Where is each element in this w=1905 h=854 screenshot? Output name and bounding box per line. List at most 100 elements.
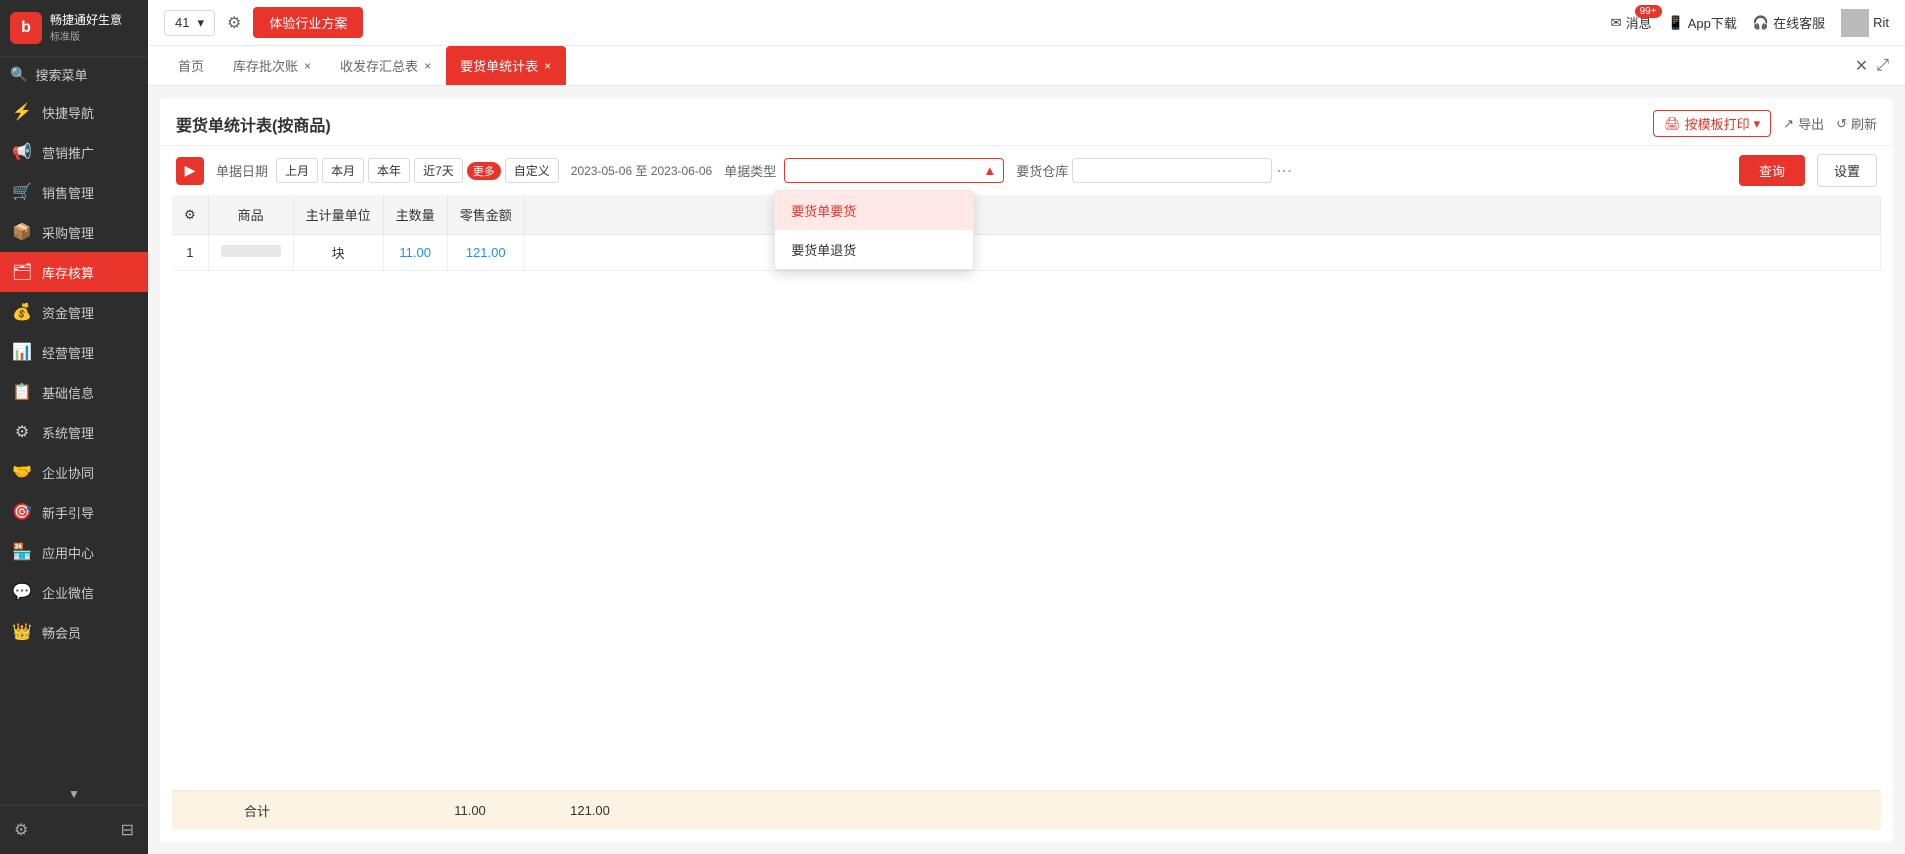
page-inner: 要货单统计表(按商品) 🖨 按模板打印 ▾ ↗ 导出 ↺ 刷新 bbox=[160, 98, 1893, 842]
base-icon: 📋 bbox=[12, 382, 32, 402]
refresh-label: 刷新 bbox=[1851, 114, 1877, 133]
footer-quantity: 11.00 bbox=[430, 803, 510, 818]
sidebar-item-purchase[interactable]: 📦 采购管理 bbox=[0, 212, 148, 252]
dropdown-item-order-return[interactable]: 要货单退货 bbox=[775, 230, 973, 269]
avatar[interactable]: Rit bbox=[1841, 9, 1889, 37]
cell-extra bbox=[524, 235, 1880, 271]
service-icon: 🎧 bbox=[1753, 15, 1769, 31]
query-btn[interactable]: 查询 bbox=[1739, 155, 1805, 186]
logo-text-block: 畅捷通好生意 标准版 bbox=[50, 13, 122, 44]
page-content: 要货单统计表(按商品) 🖨 按模板打印 ▾ ↗ 导出 ↺ 刷新 bbox=[148, 86, 1905, 854]
tab-order-stats-label: 要货单统计表 bbox=[460, 56, 538, 75]
online-service-label: 在线客服 bbox=[1773, 13, 1825, 32]
date-btn-this-year[interactable]: 本年 bbox=[368, 158, 410, 183]
amount-link[interactable]: 121.00 bbox=[466, 245, 506, 260]
topbar-dropdown[interactable]: 41 ▾ bbox=[164, 10, 215, 36]
system-icon: ⚙ bbox=[12, 422, 32, 442]
print-btn[interactable]: 🖨 按模板打印 ▾ bbox=[1653, 110, 1771, 137]
main-content: 41 ▾ ⚙ 体验行业方案 ✉ 消息 99+ 📱 App下载 🎧 在线客服 R bbox=[148, 0, 1905, 854]
sidebar-item-base[interactable]: 📋 基础信息 bbox=[0, 372, 148, 412]
export-btn[interactable]: ↗ 导出 bbox=[1783, 114, 1824, 133]
sidebar-item-label: 销售管理 bbox=[42, 183, 94, 202]
date-filter-label: 单据日期 bbox=[216, 161, 268, 180]
sidebar-item-marketing[interactable]: 📢 营销推广 bbox=[0, 132, 148, 172]
tab-home[interactable]: 首页 bbox=[164, 46, 219, 85]
download-icon: 📱 bbox=[1668, 15, 1684, 31]
settings-gear-icon[interactable]: ⚙ bbox=[10, 816, 32, 844]
filter-expand-btn[interactable]: ▶ bbox=[176, 157, 204, 185]
col-unit: 主计量单位 bbox=[293, 195, 383, 235]
tab-receivables-label: 收发存汇总表 bbox=[340, 56, 418, 75]
tab-inventory-batch-close[interactable]: × bbox=[304, 59, 311, 73]
sidebar-item-appstore[interactable]: 🏪 应用中心 bbox=[0, 532, 148, 572]
dropdown-value: 41 bbox=[175, 15, 189, 30]
quantity-link[interactable]: 11.00 bbox=[399, 245, 431, 260]
app-download-btn[interactable]: 📱 App下载 bbox=[1668, 13, 1737, 32]
sidebar-item-member[interactable]: 👑 畅会员 bbox=[0, 612, 148, 652]
sidebar-item-sales[interactable]: 🛒 销售管理 bbox=[0, 172, 148, 212]
type-select-wrapper: ▲ bbox=[784, 158, 1004, 183]
col-settings[interactable]: ⚙ bbox=[172, 195, 208, 235]
messages-btn[interactable]: ✉ 消息 99+ bbox=[1611, 13, 1652, 32]
sales-icon: 🛒 bbox=[12, 182, 32, 202]
warehouse-input[interactable] bbox=[1072, 158, 1272, 183]
quick-nav-icon: ⚡ bbox=[12, 102, 32, 122]
sidebar-item-inventory[interactable]: 🗂 库存核算 bbox=[0, 252, 148, 292]
sidebar-item-enterprise[interactable]: 🤝 企业协同 bbox=[0, 452, 148, 492]
date-range-display: 2023-05-06 至 2023-06-06 bbox=[571, 162, 712, 179]
tab-inventory-batch[interactable]: 库存批次账 × bbox=[219, 46, 326, 85]
tab-expand-btn[interactable]: ⤢ bbox=[1876, 56, 1889, 76]
tab-order-stats[interactable]: 要货单统计表 × bbox=[446, 46, 566, 85]
type-select-input[interactable] bbox=[784, 158, 1004, 183]
col-quantity: 主数量 bbox=[383, 195, 447, 235]
tab-close-all-btn[interactable]: ✕ bbox=[1855, 56, 1868, 76]
date-btn-last-month[interactable]: 上月 bbox=[276, 158, 318, 183]
tab-receivables-close[interactable]: × bbox=[424, 59, 431, 73]
sidebar-item-operation[interactable]: 📊 经营管理 bbox=[0, 332, 148, 372]
refresh-btn[interactable]: ↺ 刷新 bbox=[1836, 114, 1877, 133]
data-table: ⚙ 商品 主计量单位 主数量 零售金额 1 bbox=[172, 195, 1881, 271]
username: Rit bbox=[1873, 15, 1889, 30]
sidebar-item-quick-nav[interactable]: ⚡ 快捷导航 bbox=[0, 92, 148, 132]
warehouse-more-icon[interactable]: ⋯ bbox=[1276, 161, 1292, 181]
search-label: 搜索菜单 bbox=[35, 65, 87, 84]
search-menu[interactable]: 🔍 搜索菜单 bbox=[0, 57, 148, 92]
tab-receivables[interactable]: 收发存汇总表 × bbox=[326, 46, 446, 85]
date-btn-custom[interactable]: 自定义 bbox=[505, 158, 559, 183]
member-icon: 👑 bbox=[12, 622, 32, 642]
sidebar-item-wechat[interactable]: 💬 企业微信 bbox=[0, 572, 148, 612]
topbar-left: 41 ▾ ⚙ 体验行业方案 bbox=[164, 7, 363, 38]
settings-btn[interactable]: 设置 bbox=[1817, 154, 1877, 187]
avatar-image bbox=[1841, 9, 1869, 37]
type-select-arrow-icon[interactable]: ▲ bbox=[983, 163, 996, 178]
online-service-btn[interactable]: 🎧 在线客服 bbox=[1753, 13, 1825, 32]
tab-home-label: 首页 bbox=[178, 56, 204, 75]
dropdown-item-order-purchase[interactable]: 要货单要货 bbox=[775, 191, 973, 230]
tabs-bar: 首页 库存批次账 × 收发存汇总表 × 要货单统计表 × ✕ ⤢ bbox=[148, 46, 1905, 86]
date-more-badge[interactable]: 更多 bbox=[467, 162, 501, 180]
sidebar-item-finance[interactable]: 💰 资金管理 bbox=[0, 292, 148, 332]
date-buttons: 上月 本月 本年 近7天 更多 自定义 bbox=[276, 158, 559, 183]
filter-date-group: 单据日期 上月 本月 本年 近7天 更多 自定义 bbox=[216, 158, 559, 183]
dropdown-arrow-icon: ▾ bbox=[197, 15, 204, 31]
title-actions: 🖨 按模板打印 ▾ ↗ 导出 ↺ 刷新 bbox=[1653, 110, 1877, 137]
cell-product bbox=[208, 235, 293, 271]
cell-unit: 块 bbox=[293, 235, 383, 271]
industry-btn[interactable]: 体验行业方案 bbox=[253, 7, 363, 38]
guide-icon: 🎯 bbox=[12, 502, 32, 522]
logo-title: 畅捷通好生意 bbox=[50, 13, 122, 29]
sidebar-item-system[interactable]: ⚙ 系统管理 bbox=[0, 412, 148, 452]
finance-icon: 💰 bbox=[12, 302, 32, 322]
sidebar-scroll-down[interactable]: ▼ bbox=[68, 787, 80, 801]
collapse-sidebar-icon[interactable]: ⊟ bbox=[117, 816, 138, 844]
sidebar-item-label: 应用中心 bbox=[42, 543, 94, 562]
date-btn-7days[interactable]: 近7天 bbox=[414, 158, 463, 183]
date-btn-this-month[interactable]: 本月 bbox=[322, 158, 364, 183]
export-icon: ↗ bbox=[1783, 116, 1794, 132]
topbar-gear-icon[interactable]: ⚙ bbox=[227, 13, 241, 33]
tab-order-stats-close[interactable]: × bbox=[544, 59, 551, 73]
logo-icon: b bbox=[10, 12, 42, 44]
sidebar-item-guide[interactable]: 🎯 新手引导 bbox=[0, 492, 148, 532]
tabs-left: 首页 库存批次账 × 收发存汇总表 × 要货单统计表 × bbox=[164, 46, 566, 85]
logo-area: b 畅捷通好生意 标准版 bbox=[0, 0, 148, 57]
